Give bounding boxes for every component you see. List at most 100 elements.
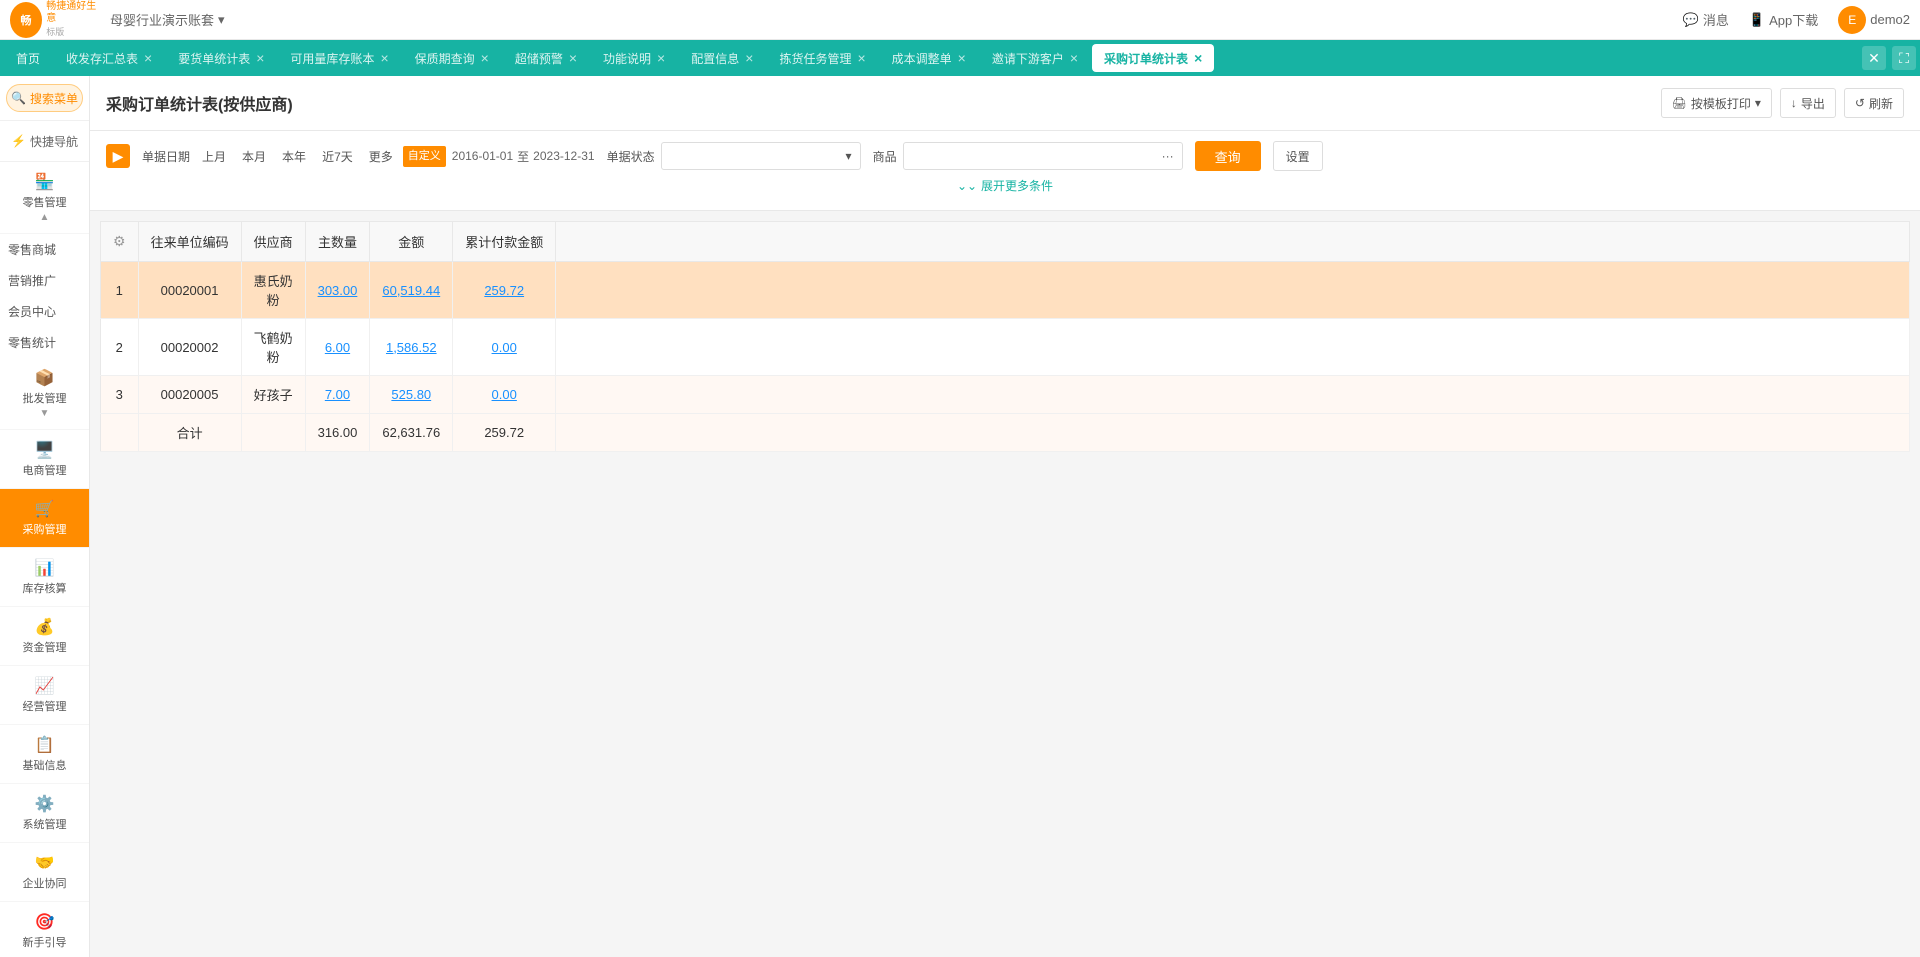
app-download-btn[interactable]: 📱 App下载 — [1749, 10, 1818, 29]
date-to: 2023-12-31 — [533, 149, 594, 163]
user-menu[interactable]: E demo2 — [1838, 6, 1910, 34]
system-label: 系统管理 — [23, 816, 67, 832]
table-row[interactable]: 3 00020005 好孩子 7.00 525.80 0.00 — [101, 376, 1910, 414]
tab-guide-label: 功能说明 — [603, 50, 651, 67]
paid-link[interactable]: 259.72 — [484, 283, 524, 298]
tab-inventory[interactable]: 可用量库存账本 × — [278, 44, 400, 72]
tab-purchase-summary-close[interactable]: × — [1194, 51, 1202, 65]
enterprise-icon: 🤝 — [35, 853, 55, 873]
tab-config-close[interactable]: × — [745, 51, 753, 65]
sidebar-item-member[interactable]: 会员中心 — [0, 296, 89, 327]
sidebar-item-finance[interactable]: 💰 资金管理 — [0, 607, 89, 666]
filter-expand-toggle[interactable]: ▶ — [106, 144, 130, 168]
tab-guide-close[interactable]: × — [657, 51, 665, 65]
message-label: 消息 — [1703, 10, 1729, 29]
expand-more-label: 展开更多条件 — [981, 177, 1053, 194]
tab-home[interactable]: 首页 — [4, 44, 52, 72]
table-footer-row: 合计 316.00 62,631.76 259.72 — [101, 414, 1910, 452]
tab-warranty[interactable]: 保质期查询 × — [403, 44, 501, 72]
tab-pick-close[interactable]: × — [857, 51, 865, 65]
footer-paid: 259.72 — [453, 414, 556, 452]
avatar: E — [1838, 6, 1866, 34]
expand-more-btn[interactable]: ⌄⌄ 展开更多条件 — [957, 177, 1053, 194]
amount-link[interactable]: 1,586.52 — [386, 340, 437, 355]
tab-goods-summary-close[interactable]: × — [256, 51, 264, 65]
refresh-label: 刷新 — [1869, 95, 1893, 112]
settings-btn[interactable]: 设置 — [1273, 141, 1323, 171]
print-btn[interactable]: 🖨 按模板打印 ▾ — [1661, 88, 1772, 118]
tab-goods-summary[interactable]: 要货单统计表 × — [166, 44, 276, 72]
nav-maximize-btn[interactable]: ⛶ — [1892, 46, 1916, 70]
row-qty: 6.00 — [305, 319, 370, 376]
paid-link[interactable]: 0.00 — [492, 387, 517, 402]
search-menu-btn[interactable]: 🔍 搜索菜单 — [6, 84, 83, 112]
tab-pick[interactable]: 拣货任务管理 × — [767, 44, 877, 72]
tab-inventory-close[interactable]: × — [380, 51, 388, 65]
tab-cost-close[interactable]: × — [958, 51, 966, 65]
footer-label: 合计 — [138, 414, 241, 452]
query-btn[interactable]: 查询 — [1195, 141, 1261, 171]
tab-warranty-close[interactable]: × — [481, 51, 489, 65]
status-select-arrow: ▾ — [846, 149, 852, 163]
filter-area: ▶ 单据日期 上月 本月 本年 近7天 更多 自定义 2016-01-01 至 — [90, 131, 1920, 211]
app-download-label: App下载 — [1769, 10, 1818, 29]
sidebar-item-newbie[interactable]: 🎯 新手引导 — [0, 902, 89, 957]
industry-label: 母婴行业演示账套 — [110, 10, 214, 29]
shortcut-nav-btn[interactable]: ⚡ 快捷导航 — [6, 127, 83, 155]
goods-input[interactable]: ··· — [903, 142, 1183, 170]
row-supplier: 飞鹤奶粉 — [241, 319, 305, 376]
tab-overstock-close[interactable]: × — [569, 51, 577, 65]
sidebar-item-basic[interactable]: 📋 基础信息 — [0, 725, 89, 784]
sidebar-item-marketing[interactable]: 营销推广 — [0, 265, 89, 296]
status-select[interactable]: ▾ — [661, 142, 861, 170]
export-btn[interactable]: ↓ 导出 — [1780, 88, 1836, 118]
sidebar-item-operations[interactable]: 📈 经营管理 — [0, 666, 89, 725]
tab-cost[interactable]: 成本调整单 × — [880, 44, 978, 72]
top-bar: 畅 畅捷通好生意 标版 母婴行业演示账套 ▾ 💬 消息 📱 App下载 E de… — [0, 0, 1920, 40]
shortcut-7days[interactable]: 近7天 — [316, 146, 359, 167]
nav-close-btn[interactable]: ✕ — [1862, 46, 1886, 70]
table-row[interactable]: 2 00020002 飞鹤奶粉 6.00 1,586.52 0.00 — [101, 319, 1910, 376]
sidebar-item-retail[interactable]: 🏪 零售管理 ▲ — [0, 162, 89, 234]
shortcut-this-month[interactable]: 本月 — [236, 146, 272, 167]
refresh-btn[interactable]: ↺ 刷新 — [1844, 88, 1904, 118]
sidebar-item-enterprise[interactable]: 🤝 企业协同 — [0, 843, 89, 902]
sidebar-item-ecommerce[interactable]: 🖥️ 电商管理 — [0, 430, 89, 489]
tab-guide[interactable]: 功能说明 × — [591, 44, 677, 72]
print-dropdown-icon: ▾ — [1755, 96, 1761, 110]
sidebar-item-retail-stats[interactable]: 零售统计 — [0, 327, 89, 358]
tab-invite-close[interactable]: × — [1070, 51, 1078, 65]
amount-link[interactable]: 525.80 — [391, 387, 431, 402]
table-row[interactable]: 1 00020001 惠氏奶粉 303.00 60,519.44 259.72 — [101, 262, 1910, 319]
message-btn[interactable]: 💬 消息 — [1683, 10, 1729, 29]
expand-more-section: ⌄⌄ 展开更多条件 — [106, 171, 1904, 200]
industry-selector[interactable]: 母婴行业演示账套 ▾ — [110, 10, 229, 29]
tab-config[interactable]: 配置信息 × — [679, 44, 765, 72]
amount-link[interactable]: 60,519.44 — [382, 283, 440, 298]
row-code: 00020002 — [138, 319, 241, 376]
footer-extra — [556, 414, 1910, 452]
sidebar-item-retail-mall[interactable]: 零售商城 — [0, 234, 89, 265]
settings-gear-icon[interactable]: ⚙ — [113, 233, 126, 249]
row-extra — [556, 376, 1910, 414]
sidebar-item-inventory-check[interactable]: 📊 库存核算 — [0, 548, 89, 607]
th-qty: 主数量 — [305, 222, 370, 262]
qty-link[interactable]: 7.00 — [325, 387, 350, 402]
tab-invite[interactable]: 邀请下游客户 × — [980, 44, 1090, 72]
sidebar-item-system[interactable]: ⚙️ 系统管理 — [0, 784, 89, 843]
row-paid: 0.00 — [453, 376, 556, 414]
tab-receive[interactable]: 收发存汇总表 × — [54, 44, 164, 72]
qty-link[interactable]: 303.00 — [318, 283, 358, 298]
paid-link[interactable]: 0.00 — [492, 340, 517, 355]
sidebar-item-purchase[interactable]: 🛒 采购管理 — [0, 489, 89, 548]
tab-purchase-summary[interactable]: 采购订单统计表 × — [1092, 44, 1214, 72]
shortcut-last-month[interactable]: 上月 — [196, 146, 232, 167]
shortcut-more[interactable]: 更多 — [363, 146, 399, 167]
tab-receive-close[interactable]: × — [144, 51, 152, 65]
shortcut-this-year[interactable]: 本年 — [276, 146, 312, 167]
sidebar-item-wholesale[interactable]: 📦 批发管理 ▼ — [0, 358, 89, 430]
qty-link[interactable]: 6.00 — [325, 340, 350, 355]
date-from: 2016-01-01 — [452, 149, 513, 163]
tab-overstock[interactable]: 超储预警 × — [503, 44, 589, 72]
purchase-icon: 🛒 — [35, 499, 55, 519]
